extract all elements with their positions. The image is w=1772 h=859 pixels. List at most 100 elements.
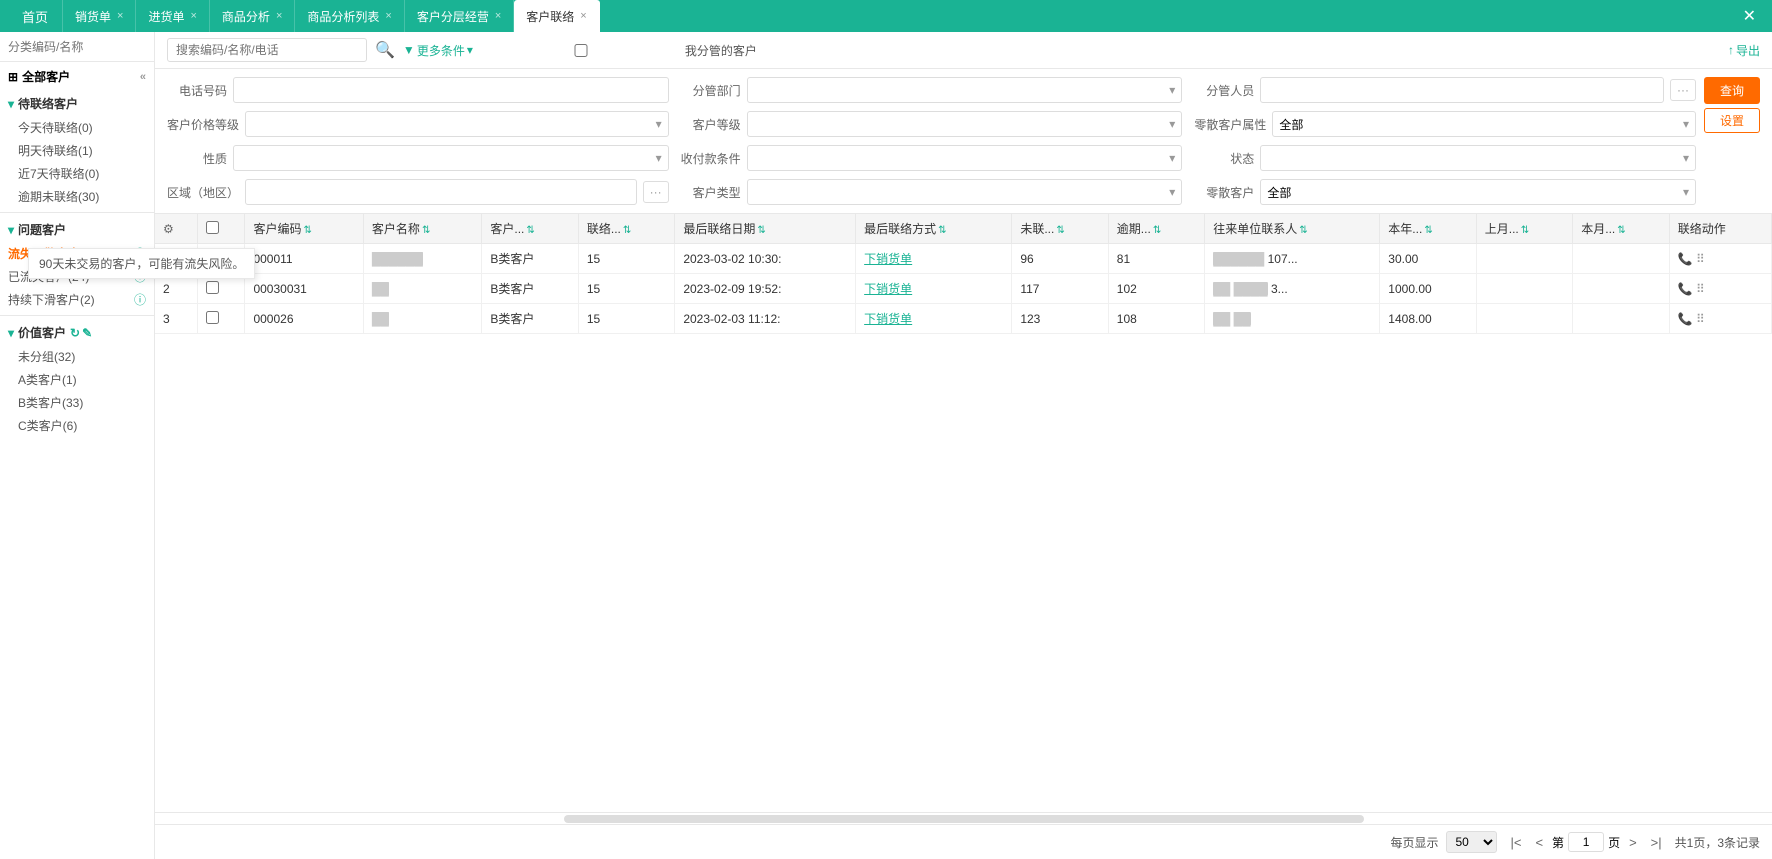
search-input[interactable] (167, 38, 367, 62)
horizontal-scrollbar[interactable] (155, 812, 1772, 824)
query-button[interactable]: 查询 (1704, 77, 1760, 104)
sidebar-item-7days[interactable]: 近7天待联络(0) (0, 162, 154, 185)
row-checkbox-3[interactable] (206, 311, 219, 324)
filter-phone-input[interactable] (233, 77, 669, 103)
th-checkbox[interactable] (198, 214, 245, 244)
sort-contact-icon: ⇅ (623, 225, 631, 236)
sidebar-item-b-class[interactable]: B类客户(33) (0, 391, 154, 414)
next-page-btn[interactable]: > (1624, 833, 1642, 852)
sidebar-item-c-class[interactable]: C类客户(6) (0, 414, 154, 437)
settings-gear-icon[interactable]: ⚙ (163, 222, 174, 236)
tab-customer-contact[interactable]: 客户联络 × (514, 0, 599, 32)
filter-person-select[interactable] (1260, 77, 1664, 103)
filter-region-dots[interactable]: ··· (643, 181, 669, 203)
my-customers-checkbox-label[interactable]: 我分管的客户 (481, 42, 757, 59)
filter-nature-select[interactable]: ▾ (233, 145, 669, 171)
filter-dept: 分管部门 ▾ (681, 77, 1183, 103)
filter-person-dots[interactable]: ··· (1670, 79, 1696, 101)
th-last-date[interactable]: 最后联络日期⇅ (675, 214, 856, 244)
sidebar-search-input[interactable] (8, 40, 155, 54)
settings-button[interactable]: 设置 (1704, 108, 1760, 133)
th-name[interactable]: 客户名称⇅ (363, 214, 481, 244)
row-checkbox-2[interactable] (206, 281, 219, 294)
filter-payment-select[interactable]: ▾ (747, 145, 1183, 171)
sidebar-item-a-class[interactable]: A类客户(1) (0, 368, 154, 391)
filter-price-grade-select[interactable]: ▾ (245, 111, 669, 137)
close-tab-customer-contact[interactable]: × (580, 10, 586, 22)
close-tab-analysis[interactable]: × (276, 10, 282, 22)
filter-nature-label: 性质 (167, 150, 227, 167)
th-type[interactable]: 客户...⇅ (482, 214, 578, 244)
tab-customer-tier[interactable]: 客户分层经营 × (405, 0, 514, 32)
close-all-tabs[interactable]: ✕ (1735, 6, 1764, 26)
group-problem-label[interactable]: ▾ 问题客户 (0, 217, 154, 242)
sidebar-item-today[interactable]: 今天待联络(0) (0, 116, 154, 139)
td-method-3[interactable]: 下销货单 (856, 304, 1012, 334)
tab-home[interactable]: 首页 (8, 0, 63, 32)
value-refresh-icon[interactable]: ↻ (70, 326, 80, 340)
tab-purchase[interactable]: 进货单 × (136, 0, 209, 32)
filter-retail-select[interactable]: 全部 ▾ (1260, 179, 1696, 205)
search-button[interactable]: 🔍 (375, 40, 395, 60)
filter-dept-select[interactable]: ▾ (747, 77, 1183, 103)
sidebar-item-tomorrow[interactable]: 明天待联络(1) (0, 139, 154, 162)
th-current-year[interactable]: 本年...⇅ (1380, 214, 1476, 244)
action-icon-3b[interactable]: ⠿ (1696, 312, 1705, 326)
close-tab-purchase[interactable]: × (190, 10, 196, 22)
sidebar-item-overdue[interactable]: 逾期未联络(30) (0, 185, 154, 208)
th-current-month[interactable]: 本月...⇅ (1573, 214, 1669, 244)
td-method-1[interactable]: 下销货单 (856, 244, 1012, 274)
action-icon-3a[interactable]: 📞 (1678, 312, 1693, 326)
tab-analysis-list[interactable]: 商品分析列表 × (295, 0, 404, 32)
td-method-2[interactable]: 下销货单 (856, 274, 1012, 304)
value-edit-icon[interactable]: ✎ (82, 326, 92, 340)
export-btn[interactable]: ↑ 导出 (1728, 42, 1760, 59)
tab-salesorder[interactable]: 销货单 × (63, 0, 136, 32)
action-icon-2a[interactable]: 📞 (1678, 282, 1693, 296)
th-settings[interactable]: ⚙ (155, 214, 198, 244)
my-customers-checkbox[interactable] (481, 44, 681, 57)
close-tab-salesorder[interactable]: × (117, 10, 123, 22)
group-value-label[interactable]: ▾ 价值客户 ↻ ✎ (0, 320, 154, 345)
action-icon-1a[interactable]: 📞 (1678, 252, 1693, 266)
first-page-btn[interactable]: |< (1505, 833, 1526, 852)
close-tab-analysis-list[interactable]: × (385, 10, 391, 22)
filter-row-4: 区域（地区） ··· 客户类型 ▾ (167, 179, 1696, 205)
th-contact-count[interactable]: 联络...⇅ (578, 214, 674, 244)
sidebar-item-declining[interactable]: 持续下滑客户(2) ⓘ (0, 288, 154, 311)
sidebar-item-ungrouped[interactable]: 未分组(32) (0, 345, 154, 368)
current-page-input[interactable] (1568, 832, 1604, 852)
tab-analysis[interactable]: 商品分析 × (210, 0, 295, 32)
td-type-3: B类客户 (482, 304, 578, 334)
more-conditions-btn[interactable]: ▼ 更多条件 ▾ (403, 42, 473, 59)
prev-page-btn[interactable]: < (1530, 833, 1548, 852)
th-contact-person[interactable]: 往来单位联系人⇅ (1205, 214, 1380, 244)
td-type-2: B类客户 (482, 274, 578, 304)
th-overdue[interactable]: 逾期...⇅ (1108, 214, 1204, 244)
close-tab-customer-tier[interactable]: × (495, 10, 501, 22)
page-unit: 页 (1608, 834, 1620, 851)
th-last-month[interactable]: 上月...⇅ (1476, 214, 1572, 244)
filter-customer-grade-select[interactable]: ▾ (747, 111, 1183, 137)
declining-info-icon[interactable]: ⓘ (134, 291, 146, 308)
select-all-checkbox[interactable] (206, 221, 219, 234)
action-icon-1b[interactable]: ⠿ (1696, 252, 1705, 266)
filter-person: 分管人员 ··· (1194, 77, 1696, 103)
sort-lmonth-icon: ⇅ (1521, 225, 1529, 236)
nature-chevron-icon: ▾ (656, 151, 662, 165)
group-pending-label[interactable]: ▾ 待联络客户 (0, 91, 154, 116)
th-last-method[interactable]: 最后联络方式⇅ (856, 214, 1012, 244)
page-size-select[interactable]: 50 20 100 (1446, 831, 1497, 853)
td-checkbox-3[interactable] (198, 304, 245, 334)
filter-customer-type-select[interactable]: ▾ (747, 179, 1183, 205)
th-code[interactable]: 客户编码⇅ (245, 214, 363, 244)
last-page-btn[interactable]: >| (1646, 833, 1667, 852)
filter-region-select[interactable] (245, 179, 637, 205)
td-nocontact-1: 96 (1012, 244, 1108, 274)
filter-status-select[interactable]: ▾ (1260, 145, 1696, 171)
action-icon-2b[interactable]: ⠿ (1696, 282, 1705, 296)
th-no-contact[interactable]: 未联...⇅ (1012, 214, 1108, 244)
filter-retail-attr-select[interactable]: 全部 ▾ (1272, 111, 1696, 137)
all-customers-header[interactable]: ⊞全部客户 « (0, 62, 154, 91)
scrollbar-thumb[interactable] (564, 815, 1364, 823)
